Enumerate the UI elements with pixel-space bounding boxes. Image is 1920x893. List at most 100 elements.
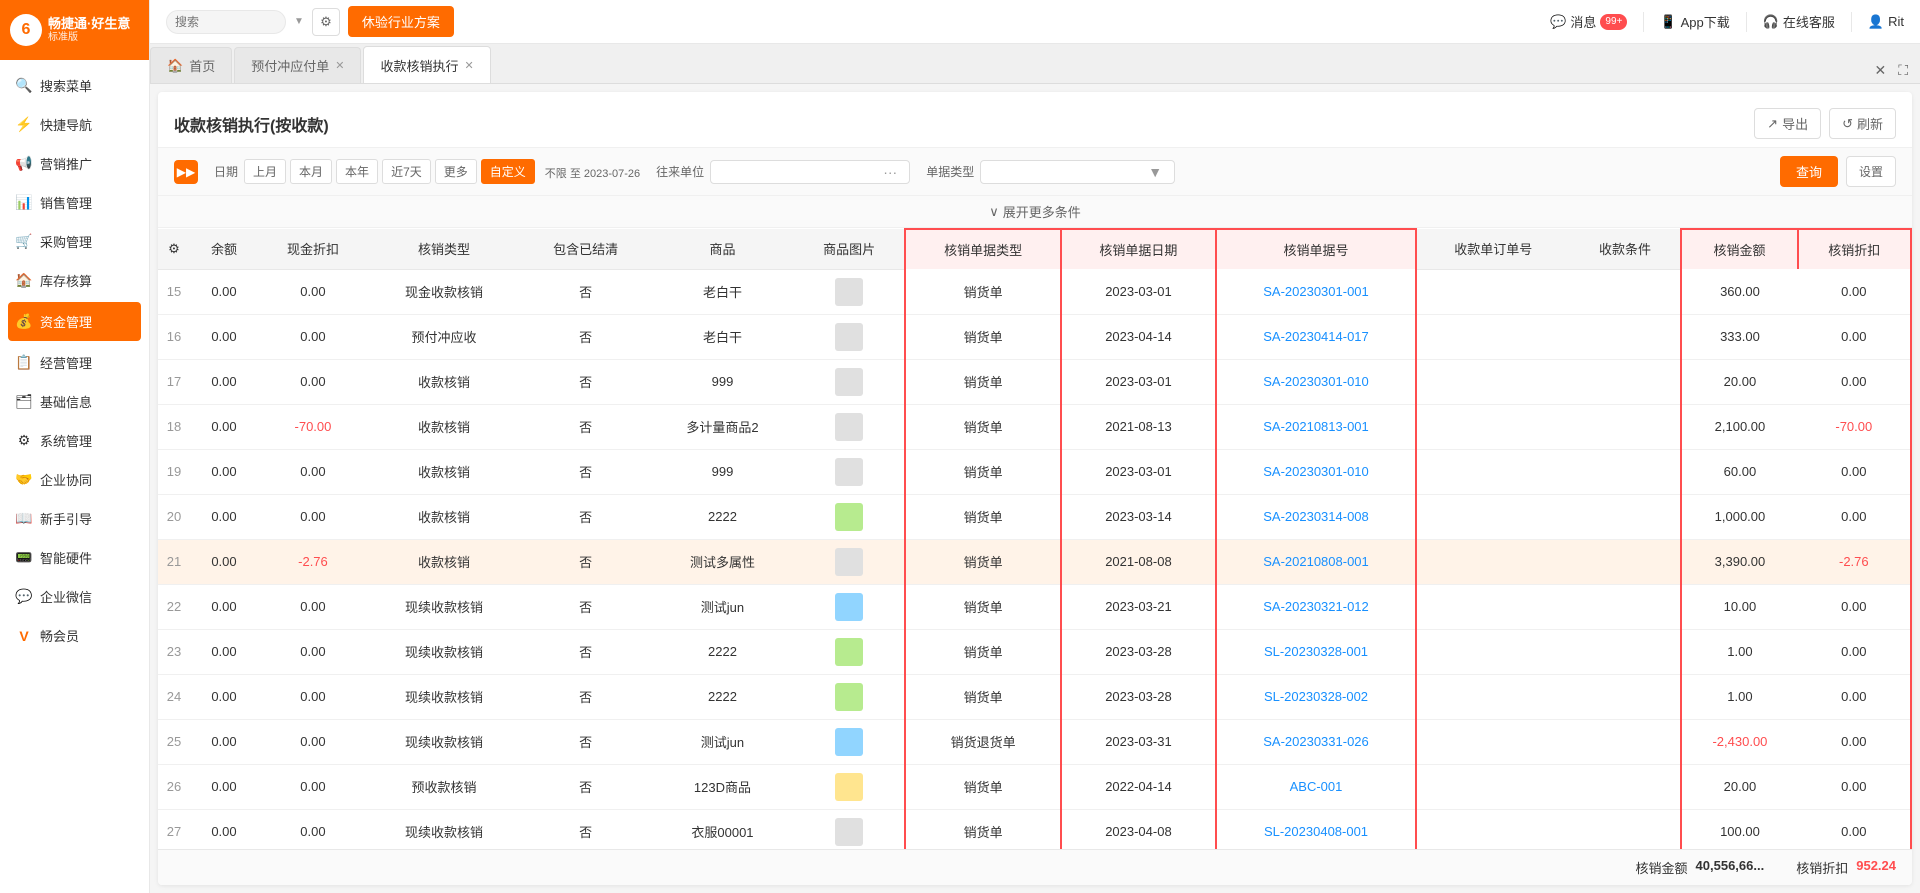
td-verify-bill-no[interactable]: SL-20230328-002 xyxy=(1216,674,1416,719)
more-btn[interactable]: 更多 xyxy=(435,159,477,184)
td-included-cleared: 否 xyxy=(520,629,651,674)
date-label: 日期 xyxy=(214,163,238,180)
logo-main: 畅捷通·好生意 xyxy=(48,16,130,32)
sidebar-item-purchase[interactable]: 🛒 采购管理 xyxy=(0,222,149,261)
messages-action[interactable]: 💬 消息 99+ xyxy=(1550,12,1627,31)
td-verify-bill-no[interactable]: SA-20230321-012 xyxy=(1216,584,1416,629)
td-balance: 0.00 xyxy=(190,764,258,809)
search-input[interactable] xyxy=(166,10,286,34)
th-goods: 商品 xyxy=(651,229,794,269)
td-verify-type: 现续收款核销 xyxy=(368,719,520,764)
td-verify-bill-no[interactable]: SA-20230414-017 xyxy=(1216,314,1416,359)
this-year-btn[interactable]: 本年 xyxy=(336,159,378,184)
sidebar-item-basic-info[interactable]: 🗂 基础信息 xyxy=(0,382,149,421)
quick-nav-icon: ⚡ xyxy=(16,117,32,133)
settings-button[interactable]: ⚙ xyxy=(312,8,340,36)
last-month-btn[interactable]: 上月 xyxy=(244,159,286,184)
th-goods-image: 商品图片 xyxy=(794,229,906,269)
td-verify-bill-no[interactable]: SA-20230331-026 xyxy=(1216,719,1416,764)
td-verify-bill-no[interactable]: SA-20210813-001 xyxy=(1216,404,1416,449)
filter-expand-button[interactable]: ▶▶ xyxy=(174,160,198,184)
tab-expand-btn[interactable]: ⛶ xyxy=(1894,58,1912,83)
query-button[interactable]: 查询 xyxy=(1780,156,1838,187)
sidebar-item-enterprise[interactable]: 🤝 企业协同 xyxy=(0,460,149,499)
this-month-btn[interactable]: 本月 xyxy=(290,159,332,184)
online-service-label: 在线客服 xyxy=(1783,12,1835,31)
td-balance: 0.00 xyxy=(190,719,258,764)
tab-close-btn[interactable]: ✕ xyxy=(1870,58,1890,83)
td-row-num: 17 xyxy=(158,359,190,404)
td-verify-bill-no[interactable]: SA-20210808-001 xyxy=(1216,539,1416,584)
sidebar-item-wechat[interactable]: 💬 企业微信 xyxy=(0,577,149,616)
recent7-btn[interactable]: 近7天 xyxy=(382,159,431,184)
td-verify-bill-no[interactable]: SA-20230314-008 xyxy=(1216,494,1416,539)
tab-home[interactable]: 🏠 首页 xyxy=(150,47,232,83)
th-settings[interactable]: ⚙ xyxy=(158,229,190,269)
td-verify-discount: 0.00 xyxy=(1798,269,1911,314)
sidebar-item-guide[interactable]: 📖 新手引导 xyxy=(0,499,149,538)
expand-more-btn[interactable]: ∨ 展开更多条件 xyxy=(158,198,1912,225)
partner-label: 往来单位 xyxy=(656,163,704,180)
td-verify-bill-date: 2023-03-31 xyxy=(1061,719,1216,764)
user-action[interactable]: 👤 Rit xyxy=(1868,14,1904,30)
marketing-label: 营销推广 xyxy=(40,154,92,173)
sidebar-item-vip[interactable]: V 畅会员 xyxy=(0,616,149,655)
vip-label: 畅会员 xyxy=(40,626,79,645)
system-label: 系统管理 xyxy=(40,431,92,450)
td-verify-bill-type: 销货单 xyxy=(905,809,1060,849)
custom-btn[interactable]: 自定义 xyxy=(481,159,535,184)
td-verify-type: 现金收款核销 xyxy=(368,269,520,314)
tab-prepay-close[interactable]: ✕ xyxy=(335,59,344,72)
tab-prepay[interactable]: 预付冲应付单 ✕ xyxy=(234,47,361,83)
finance-icon: 💰 xyxy=(16,314,32,330)
sidebar-item-inventory[interactable]: 🏠 库存核算 xyxy=(0,261,149,300)
inventory-icon: 🏠 xyxy=(16,273,32,289)
online-service-action[interactable]: 🎧 在线客服 xyxy=(1763,12,1835,31)
td-receipt-order-no xyxy=(1416,359,1570,404)
td-row-num: 21 xyxy=(158,539,190,584)
td-verify-bill-no[interactable]: SA-20230301-001 xyxy=(1216,269,1416,314)
sidebar-item-search-menu[interactable]: 🔍 搜索菜单 xyxy=(0,66,149,105)
sidebar-item-operations[interactable]: 📋 经营管理 xyxy=(0,343,149,382)
sidebar-item-smart-hw[interactable]: 📟 智能硬件 xyxy=(0,538,149,577)
sidebar-item-quick-nav[interactable]: ⚡ 快捷导航 xyxy=(0,105,149,144)
app-download-action[interactable]: 📱 App下载 xyxy=(1660,12,1729,31)
user-avatar: 👤 xyxy=(1868,14,1884,30)
sidebar-item-marketing[interactable]: 📢 营销推广 xyxy=(0,144,149,183)
td-verify-bill-no[interactable]: SL-20230328-001 xyxy=(1216,629,1416,674)
td-verify-type: 收款核销 xyxy=(368,359,520,404)
td-verify-bill-type: 销货单 xyxy=(905,314,1060,359)
td-row-num: 27 xyxy=(158,809,190,849)
th-cash-discount: 现金折扣 xyxy=(258,229,368,269)
sidebar-item-system[interactable]: ⚙ 系统管理 xyxy=(0,421,149,460)
td-verify-discount: 0.00 xyxy=(1798,494,1911,539)
filter-settings-button[interactable]: 设置 xyxy=(1846,156,1896,187)
td-verify-bill-no[interactable]: SL-20230408-001 xyxy=(1216,809,1416,849)
table-wrap: ⚙ 余额 现金折扣 核销类型 包含已结清 商品 商品图片 核销单据类型 核销单据… xyxy=(158,228,1912,849)
partner-input[interactable] xyxy=(719,165,879,179)
td-verify-bill-no[interactable]: SA-20230301-010 xyxy=(1216,359,1416,404)
td-verify-bill-type: 销货单 xyxy=(905,584,1060,629)
marketing-icon: 📢 xyxy=(16,156,32,172)
home-icon: 🏠 xyxy=(167,58,183,74)
bill-type-input[interactable] xyxy=(989,165,1144,179)
td-receipt-order-no xyxy=(1416,539,1570,584)
td-receipt-condition xyxy=(1570,674,1682,719)
sidebar-item-sales[interactable]: 📊 销售管理 xyxy=(0,183,149,222)
td-verify-discount: -2.76 xyxy=(1798,539,1911,584)
td-verify-bill-no[interactable]: SA-20230301-010 xyxy=(1216,449,1416,494)
tab-receipt-verify-close[interactable]: ✕ xyxy=(464,59,473,72)
td-verify-bill-no[interactable]: ABC-001 xyxy=(1216,764,1416,809)
sidebar-item-finance[interactable]: 💰 资金管理 xyxy=(8,302,141,341)
basic-info-icon: 🗂 xyxy=(16,394,32,410)
table-row: 17 0.00 0.00 收款核销 否 999 销货单 2023-03-01 S… xyxy=(158,359,1911,404)
export-button[interactable]: ↗ 导出 xyxy=(1754,108,1821,139)
wechat-label: 企业微信 xyxy=(40,587,92,606)
td-verify-amount: 60.00 xyxy=(1681,449,1797,494)
refresh-button[interactable]: ↺ 刷新 xyxy=(1829,108,1896,139)
td-cash-discount: 0.00 xyxy=(258,719,368,764)
table-row: 27 0.00 0.00 现续收款核销 否 衣服00001 销货单 2023-0… xyxy=(158,809,1911,849)
industry-btn[interactable]: 休验行业方案 xyxy=(348,6,454,37)
partner-dots-icon[interactable]: ··· xyxy=(879,164,901,180)
tab-receipt-verify[interactable]: 收款核销执行 ✕ xyxy=(363,46,490,83)
